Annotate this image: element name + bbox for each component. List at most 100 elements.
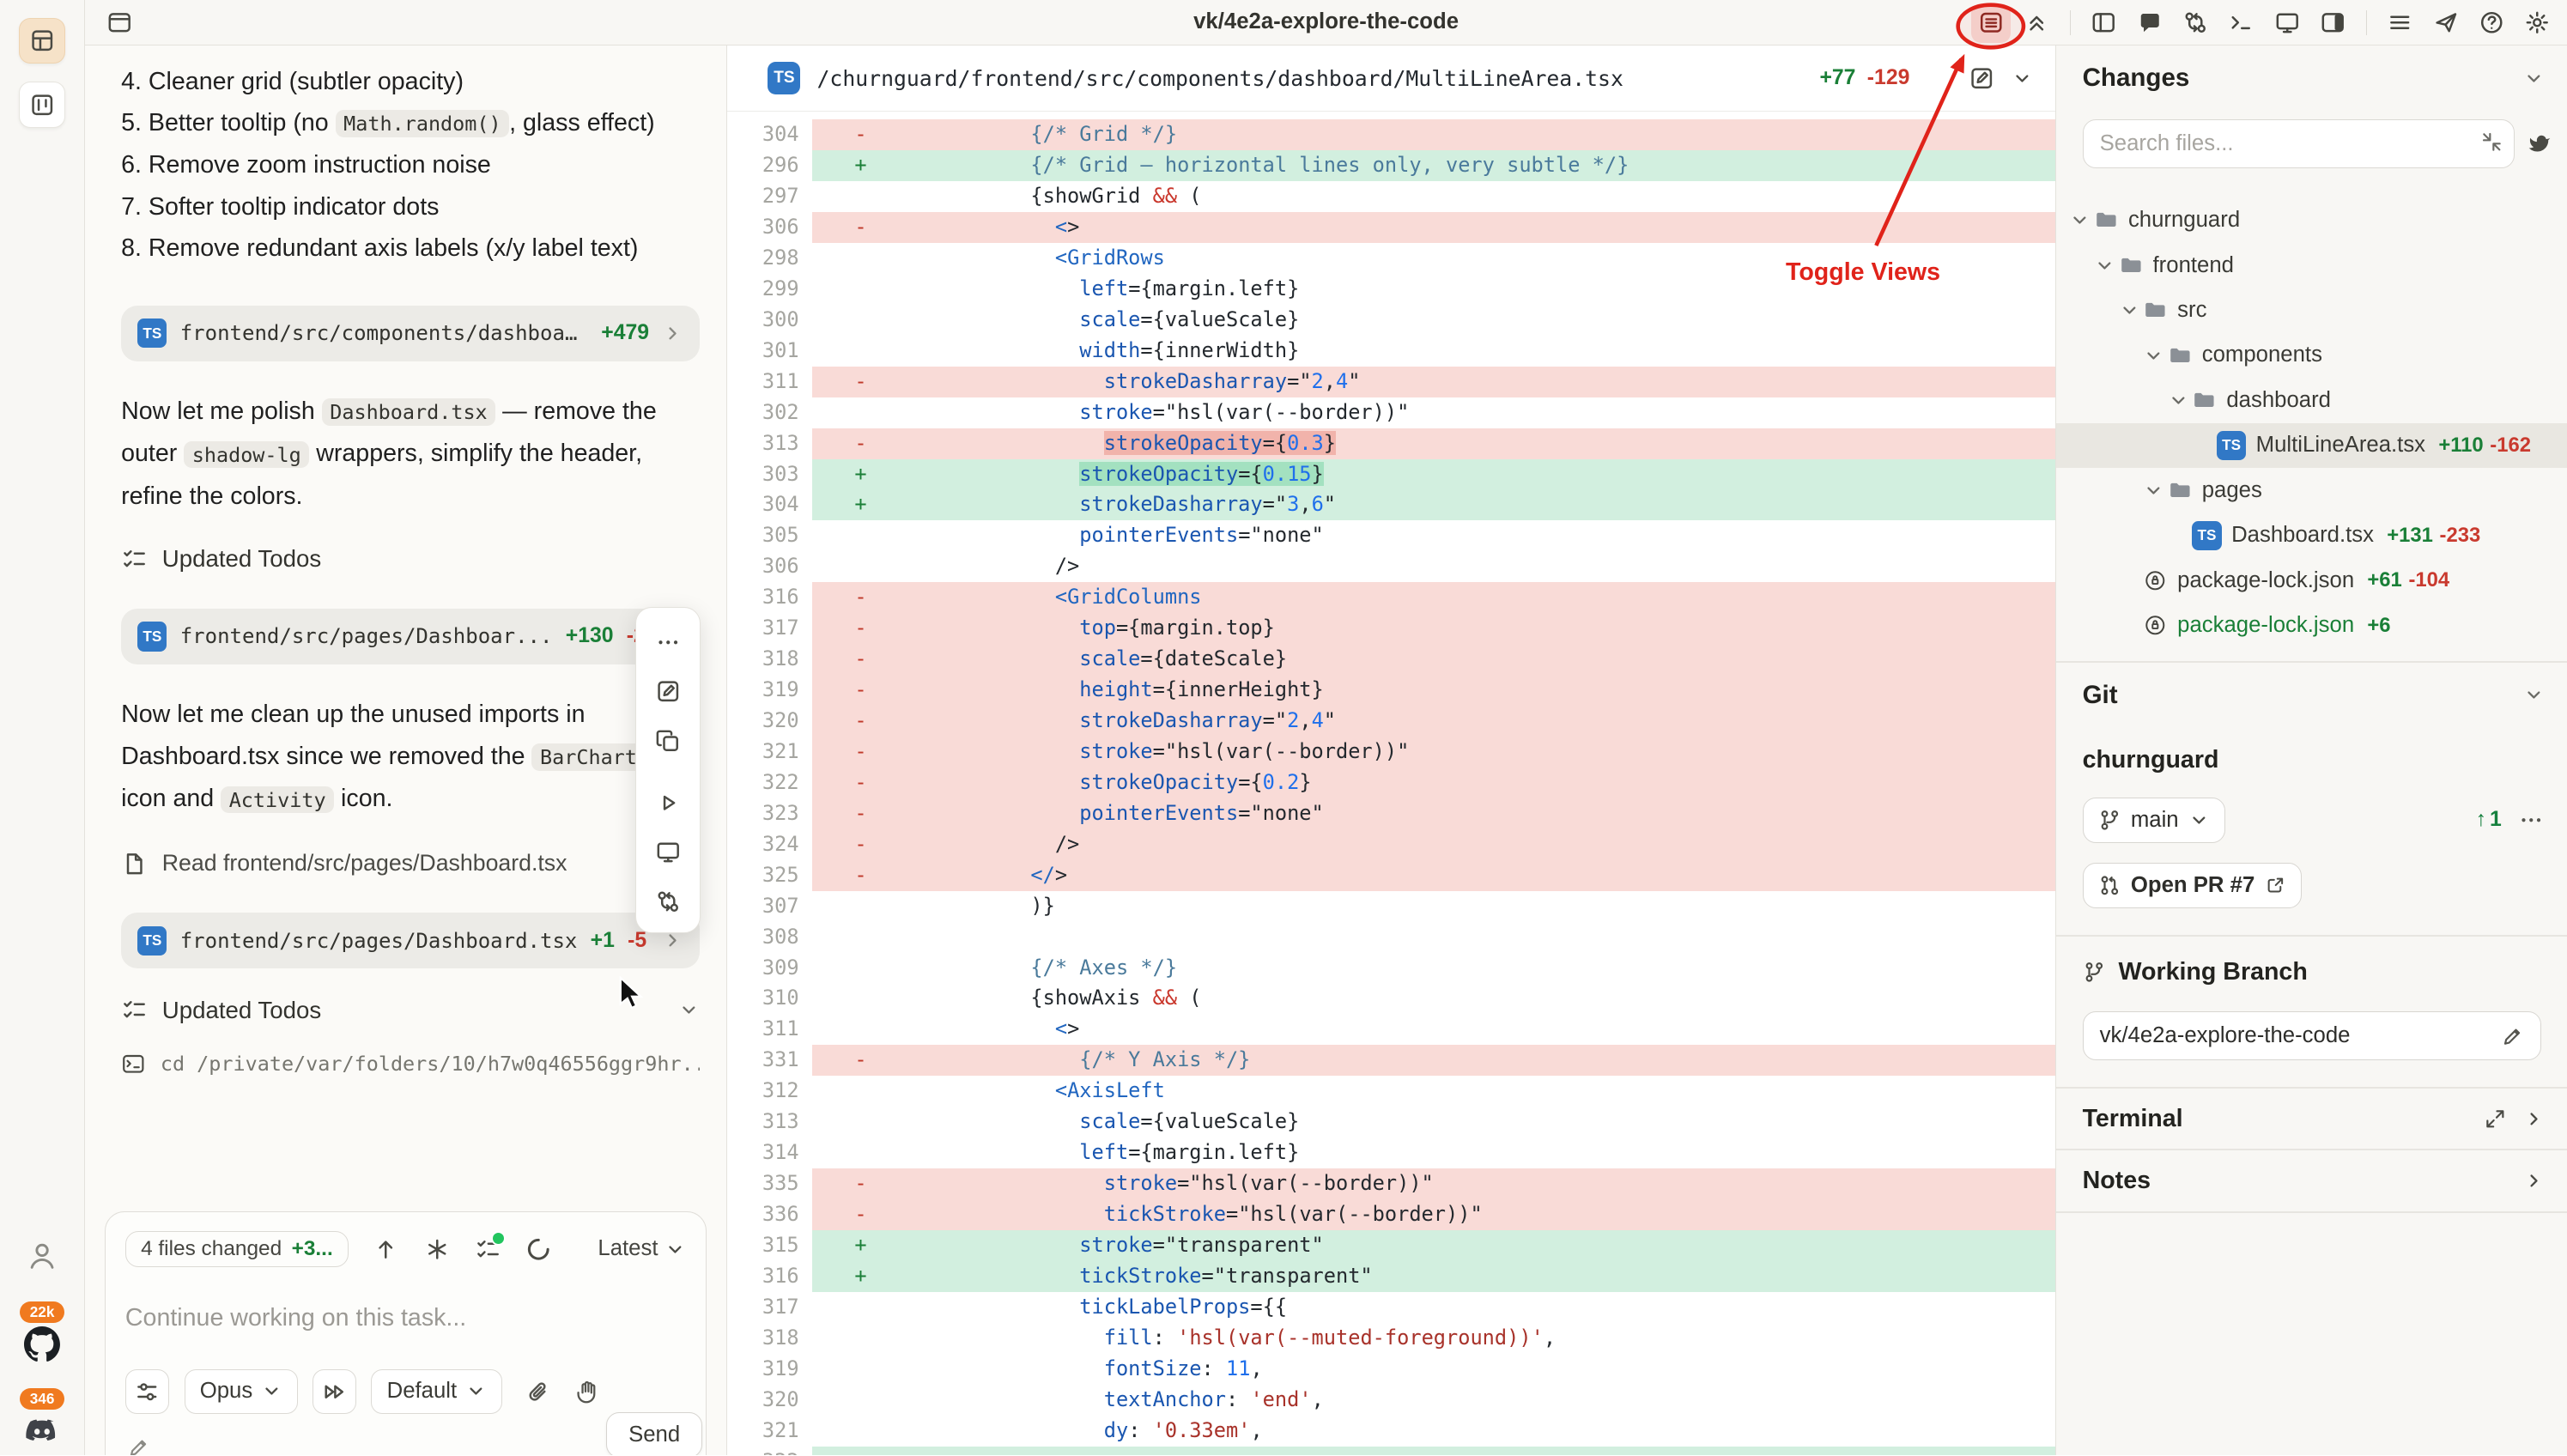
board-button[interactable] — [19, 82, 64, 127]
todos-label: Updated Todos — [162, 997, 321, 1024]
git-compare-icon[interactable] — [646, 880, 689, 923]
ahead-indicator[interactable]: ↑1 — [2476, 808, 2502, 832]
tree-folder-frontend[interactable]: frontend — [2056, 243, 2567, 288]
additions-count: +61 — [2367, 568, 2401, 592]
tree-file-Dashboard.tsx[interactable]: TSDashboard.tsx+131-233 — [2056, 513, 2567, 557]
message-input[interactable]: Continue working on this task... — [125, 1301, 686, 1335]
list-item: 4. Cleaner grid (subtler opacity) — [121, 61, 700, 102]
terminal-icon[interactable] — [2222, 3, 2261, 43]
mode-dropdown[interactable]: Default — [371, 1369, 501, 1413]
tree-item-name: package-lock.json — [2177, 568, 2354, 593]
workspaces-button[interactable] — [19, 18, 64, 64]
chevron-right-icon[interactable] — [2523, 1107, 2545, 1131]
tree-folder-dashboard[interactable]: dashboard — [2056, 378, 2567, 422]
ahead-count: 1 — [2490, 808, 2502, 832]
version-dropdown[interactable]: Latest — [598, 1236, 686, 1261]
panel-left-icon[interactable] — [2085, 3, 2124, 43]
chevron-down-icon[interactable] — [2523, 68, 2545, 89]
notes-section-header[interactable]: Notes — [2056, 1150, 2567, 1211]
file-icon — [121, 851, 148, 877]
options-button[interactable] — [125, 1369, 169, 1413]
chat-icon[interactable] — [2130, 3, 2170, 43]
more-icon[interactable] — [646, 622, 689, 664]
tree-folder-churnguard[interactable]: churnguard — [2056, 197, 2567, 242]
floating-toolbar — [635, 607, 701, 933]
file-change-chip[interactable]: TSfrontend/src/components/dashboa...+479 — [121, 306, 700, 361]
branch-selector[interactable]: main — [2083, 798, 2225, 843]
chevron-down-icon[interactable] — [678, 999, 700, 1021]
edit-icon[interactable] — [2501, 1025, 2524, 1048]
left-rail: 22k 346 — [0, 0, 85, 1455]
chevron-down-icon[interactable] — [2012, 68, 2033, 89]
todos-row[interactable]: Updated Todos — [121, 997, 700, 1024]
settings-icon[interactable] — [2518, 3, 2558, 43]
monitor-icon[interactable] — [646, 831, 689, 874]
ts-badge: TS — [137, 622, 167, 651]
working-branch-input[interactable]: vk/4e2a-explore-the-code — [2083, 1011, 2541, 1060]
tree-folder-components[interactable]: components — [2056, 333, 2567, 378]
chevron-down-icon — [665, 1239, 686, 1260]
menu-icon[interactable] — [2381, 3, 2420, 43]
terminal-title: Terminal — [2083, 1105, 2183, 1133]
fast-forward-button[interactable] — [313, 1369, 356, 1413]
account-icon[interactable] — [26, 1240, 58, 1272]
forward-icon[interactable] — [2426, 3, 2466, 43]
git-section-header[interactable]: Git — [2056, 663, 2567, 719]
panel-right-icon[interactable] — [2314, 3, 2353, 43]
git-compare-icon[interactable] — [2176, 3, 2215, 43]
chevron-down-icon[interactable] — [2523, 684, 2545, 706]
tree-item-name: frontend — [2153, 253, 2234, 278]
todos-row[interactable]: Updated Todos — [121, 545, 700, 573]
expand-icon[interactable] — [2484, 1107, 2507, 1131]
search-files-input[interactable] — [2083, 119, 2515, 168]
help-icon[interactable] — [2472, 3, 2511, 43]
monitor-icon[interactable] — [2267, 3, 2307, 43]
file-name: frontend/src/pages/Dashboard.tsx — [180, 929, 578, 953]
play-icon[interactable] — [646, 782, 689, 825]
additions-count: +479 — [601, 321, 649, 345]
files-changed-chip[interactable]: 4 files changed +3... — [125, 1231, 349, 1266]
git-branch-icon — [2083, 961, 2106, 984]
attach-icon[interactable] — [525, 1379, 551, 1405]
draw-icon[interactable] — [127, 1436, 150, 1455]
terminal-section-header[interactable]: Terminal — [2056, 1089, 2567, 1150]
file-change-chip[interactable]: TSfrontend/src/pages/Dashboar...+130-2 — [121, 609, 700, 664]
hand-icon[interactable] — [574, 1379, 601, 1405]
tree-file-package-lock.json[interactable]: package-lock.json+61-104 — [2056, 558, 2567, 603]
chevron-right-icon[interactable] — [2523, 1170, 2545, 1192]
open-pr-button[interactable]: Open PR #7 — [2083, 863, 2302, 908]
diff-body[interactable]: 304- {/* Grid */}296+ {/* Grid — horizon… — [727, 112, 2055, 1456]
copy-icon[interactable] — [646, 719, 689, 762]
todos-icon[interactable] — [475, 1236, 501, 1263]
terminal-command-row[interactable]: cd /private/var/folders/10/h7w0q46556ggr… — [121, 1052, 700, 1077]
diff-line: 303+ strokeOpacity={0.15} — [727, 459, 2055, 490]
tree-item-name: components — [2202, 343, 2322, 367]
tool-call-row[interactable]: Read frontend/src/pages/Dashboard.tsx — [121, 850, 700, 877]
list-item: 6. Remove zoom instruction noise — [121, 144, 700, 185]
changes-section-header[interactable]: Changes — [2056, 46, 2567, 102]
chevron-right-icon — [662, 930, 683, 951]
discord-icon[interactable] — [24, 1413, 60, 1449]
inline-annotation-icon[interactable] — [1969, 65, 1995, 92]
tree-folder-pages[interactable]: pages — [2056, 468, 2567, 513]
github-icon[interactable] — [24, 1326, 60, 1362]
diff-line: 322+ — [727, 1447, 2055, 1456]
file-change-chip[interactable]: TSfrontend/src/pages/Dashboard.tsx+1-5 — [121, 913, 700, 968]
composer-controls: Opus Default — [125, 1369, 686, 1413]
arrow-up-glyph: ↑ — [2476, 808, 2486, 832]
arrow-up-icon[interactable] — [373, 1236, 399, 1263]
send-button[interactable]: Send — [606, 1412, 702, 1455]
model-dropdown[interactable]: Opus — [185, 1369, 298, 1413]
sparkle-icon[interactable] — [424, 1236, 451, 1263]
more-icon[interactable] — [2518, 807, 2545, 834]
folder-icon — [2143, 298, 2168, 323]
tree-file-MultiLineArea.tsx[interactable]: TSMultiLineArea.tsx+110-162 — [2056, 423, 2567, 468]
tree-file-package-lock.json[interactable]: package-lock.json+6 — [2056, 603, 2567, 647]
edit-box-icon[interactable] — [646, 670, 689, 713]
bird-icon[interactable] — [2528, 130, 2554, 157]
chevrons-up-icon[interactable] — [2018, 3, 2057, 43]
collapse-tree-icon[interactable] — [2480, 130, 2503, 154]
tree-folder-src[interactable]: src — [2056, 288, 2567, 332]
toggle-views-icon[interactable] — [1971, 3, 2011, 43]
chat-message-list: 4. Cleaner grid (subtler opacity)5. Bett… — [121, 61, 700, 270]
